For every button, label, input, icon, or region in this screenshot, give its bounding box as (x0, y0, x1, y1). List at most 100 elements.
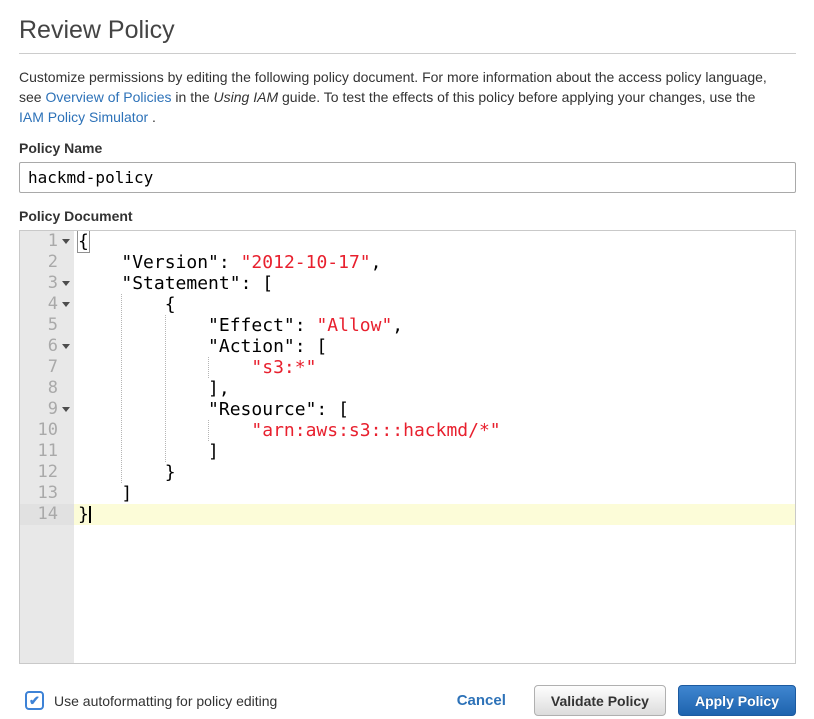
gutter-cell[interactable]: 2 (20, 252, 74, 273)
gutter-cell[interactable]: 4 (20, 294, 74, 315)
page-title: Review Policy (19, 16, 796, 44)
cancel-link[interactable]: Cancel (457, 692, 506, 709)
review-policy-page: Review Policy Customize permissions by e… (0, 0, 814, 716)
iam-policy-simulator-link[interactable]: IAM Policy Simulator (19, 109, 148, 125)
autoformat-checkbox-wrap[interactable]: ✔ Use autoformatting for policy editing (25, 691, 277, 710)
editor-line-2[interactable]: 2 "Version": "2012-10-17", (20, 252, 795, 273)
editor-line-6[interactable]: 6 "Action": [ (20, 336, 795, 357)
json-key: "Effect" (208, 315, 295, 336)
line-number: 1 (48, 231, 58, 251)
editor-line-4[interactable]: 4 { (20, 294, 795, 315)
json-punctuation: { (78, 294, 176, 315)
fold-arrow-icon[interactable] (62, 344, 70, 349)
editor-line-3[interactable]: 3 "Statement": [ (20, 273, 795, 294)
text-cursor (89, 506, 91, 523)
code-line: ] (74, 483, 795, 504)
overview-of-policies-link[interactable]: Overview of Policies (45, 89, 171, 105)
fold-arrow-icon[interactable] (62, 407, 70, 412)
editor-line-13[interactable]: 13 ] (20, 483, 795, 504)
policy-name-input[interactable] (19, 162, 796, 193)
title-divider (19, 53, 796, 54)
json-key: "Statement" (121, 273, 240, 294)
line-number: 4 (48, 294, 58, 314)
gutter-cell[interactable]: 5 (20, 315, 74, 336)
json-punctuation: { (78, 231, 89, 252)
json-punctuation (78, 315, 208, 336)
code-line: } (74, 462, 795, 483)
json-punctuation (78, 252, 121, 273)
line-number: 10 (38, 420, 58, 440)
intro-text: . (148, 109, 156, 125)
json-punctuation: : (295, 315, 317, 336)
editor-line-11[interactable]: 11 ] (20, 441, 795, 462)
validate-policy-button[interactable]: Validate Policy (534, 685, 666, 716)
json-string-value: "2012-10-17" (241, 252, 371, 273)
gutter-cell[interactable]: 9 (20, 399, 74, 420)
json-punctuation: ], (78, 378, 230, 399)
code-line: "arn:aws:s3:::hackmd/*" (74, 420, 795, 441)
gutter-cell[interactable]: 14 (20, 504, 74, 525)
code-line: ], (74, 378, 795, 399)
editor-line-14[interactable]: 14} (20, 504, 795, 525)
code-line: "s3:*" (74, 357, 795, 378)
json-punctuation: , (371, 252, 382, 273)
policy-document-editor[interactable]: 1{2 "Version": "2012-10-17",3 "Statement… (19, 230, 796, 664)
editor-rows: 1{2 "Version": "2012-10-17",3 "Statement… (20, 231, 795, 525)
fold-arrow-icon[interactable] (62, 281, 70, 286)
indent-guide (208, 420, 209, 441)
intro-text: in the (172, 89, 214, 105)
json-key: "Version" (121, 252, 219, 273)
line-number: 8 (48, 378, 58, 398)
line-number: 2 (48, 252, 58, 272)
intro-text: guide. To test the effects of this polic… (278, 89, 755, 105)
json-string-value: "Allow" (316, 315, 392, 336)
intro-text: Customize permissions by editing the fol… (19, 69, 767, 85)
json-punctuation: , (392, 315, 403, 336)
autoformat-checkbox[interactable]: ✔ (25, 691, 44, 710)
json-punctuation: } (78, 462, 176, 483)
editor-line-12[interactable]: 12 } (20, 462, 795, 483)
code-line: "Resource": [ (74, 399, 795, 420)
json-key: "Action" (208, 336, 295, 357)
intro-paragraph: Customize permissions by editing the fol… (19, 67, 796, 127)
editor-line-5[interactable]: 5 "Effect": "Allow", (20, 315, 795, 336)
json-punctuation (78, 399, 208, 420)
json-punctuation: ] (78, 441, 219, 462)
fold-arrow-icon[interactable] (62, 239, 70, 244)
indent-guide (208, 357, 209, 378)
gutter-cell[interactable]: 3 (20, 273, 74, 294)
editor-line-8[interactable]: 8 ], (20, 378, 795, 399)
json-string-value: "arn:aws:s3:::hackmd/*" (251, 420, 500, 441)
editor-line-9[interactable]: 9 "Resource": [ (20, 399, 795, 420)
indent-guide (165, 315, 166, 462)
code-line: "Statement": [ (74, 273, 795, 294)
json-punctuation (78, 273, 121, 294)
apply-policy-button[interactable]: Apply Policy (678, 685, 796, 716)
json-punctuation: } (78, 504, 89, 525)
line-number: 3 (48, 273, 58, 293)
line-number: 13 (38, 483, 58, 503)
json-punctuation: : [ (295, 336, 328, 357)
json-punctuation: : [ (316, 399, 349, 420)
json-key: "Resource" (208, 399, 316, 420)
gutter-cell[interactable]: 12 (20, 462, 74, 483)
code-line: } (74, 504, 795, 525)
gutter-cell[interactable]: 10 (20, 420, 74, 441)
code-line: "Effect": "Allow", (74, 315, 795, 336)
json-punctuation: : (219, 252, 241, 273)
gutter-cell[interactable]: 13 (20, 483, 74, 504)
fold-arrow-icon[interactable] (62, 302, 70, 307)
policy-document-label: Policy Document (19, 208, 796, 224)
editor-line-7[interactable]: 7 "s3:*" (20, 357, 795, 378)
code-line: "Version": "2012-10-17", (74, 252, 795, 273)
json-punctuation: ] (78, 483, 132, 504)
policy-name-label: Policy Name (19, 140, 796, 156)
gutter-cell[interactable]: 8 (20, 378, 74, 399)
gutter-cell[interactable]: 11 (20, 441, 74, 462)
gutter-cell[interactable]: 7 (20, 357, 74, 378)
gutter-cell[interactable]: 6 (20, 336, 74, 357)
gutter-cell[interactable]: 1 (20, 231, 74, 252)
line-number: 12 (38, 462, 58, 482)
editor-line-1[interactable]: 1{ (20, 231, 795, 252)
editor-line-10[interactable]: 10 "arn:aws:s3:::hackmd/*" (20, 420, 795, 441)
